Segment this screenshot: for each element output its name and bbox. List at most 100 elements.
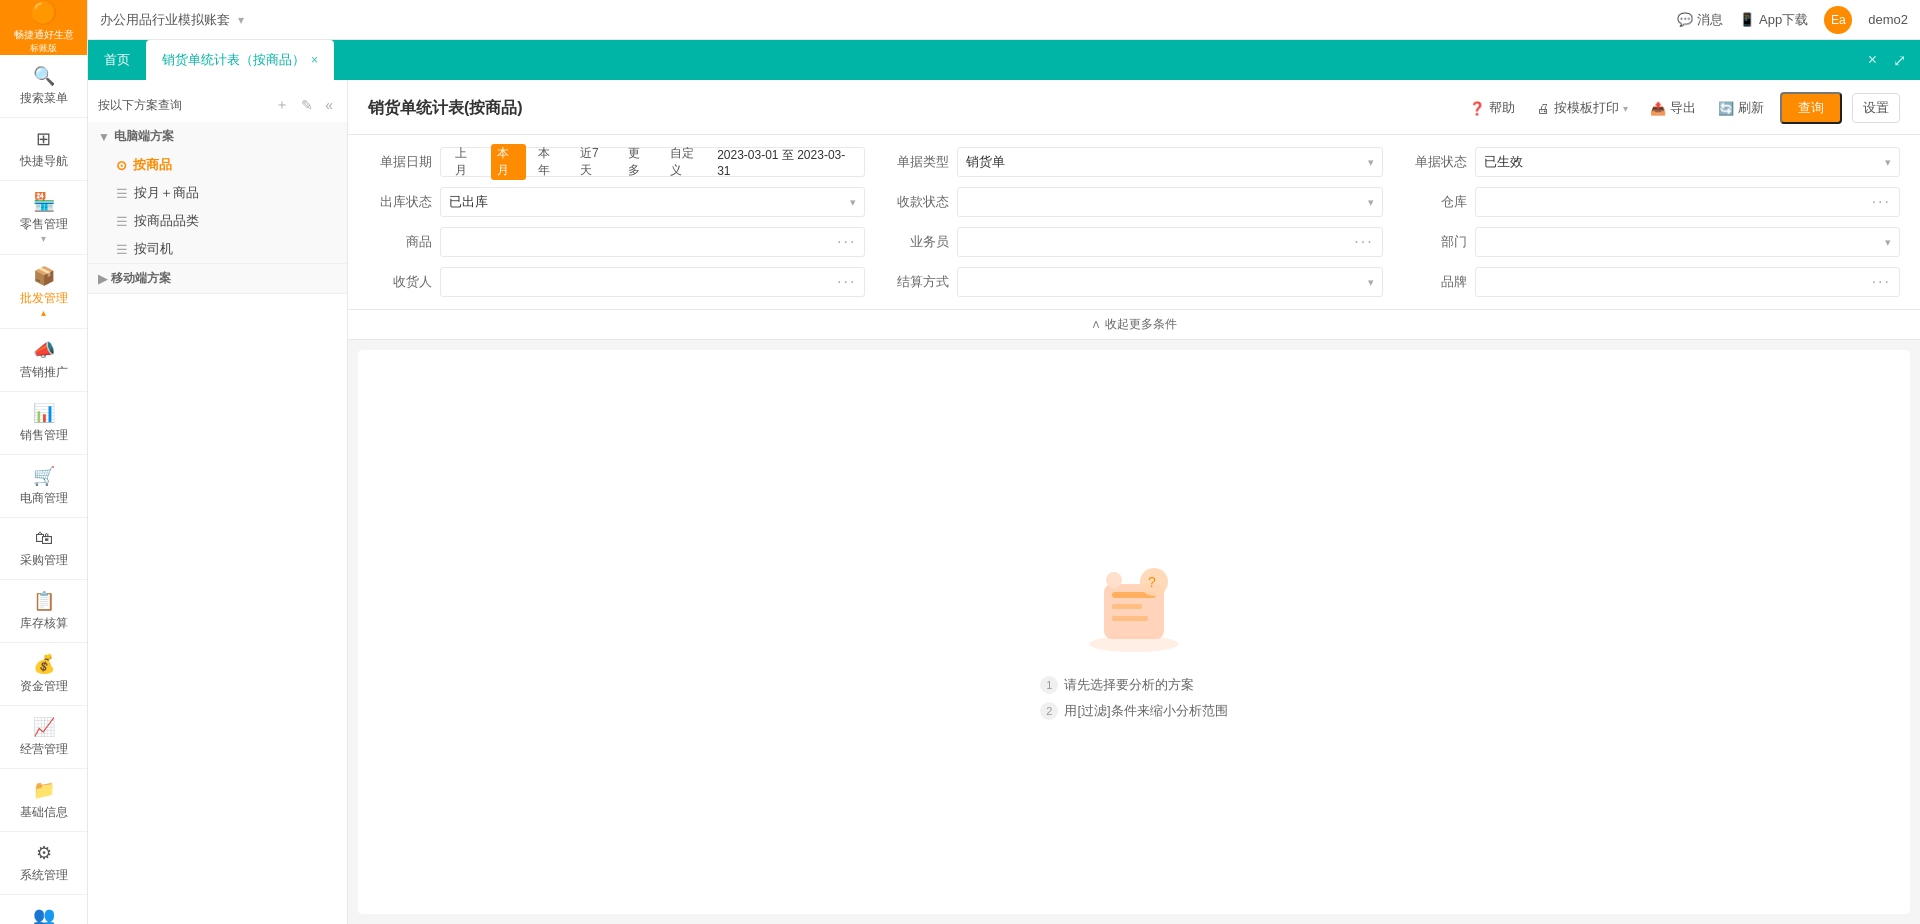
goods-label: 商品 [368,233,440,251]
export-button[interactable]: 📤 导出 [1644,96,1702,120]
ops-icon: 📈 [33,716,55,738]
scheme-item-category[interactable]: ☰ 按商品品类 [88,207,347,235]
edit-scheme-button[interactable]: ✎ [297,95,317,115]
query-button[interactable]: 查询 [1780,92,1842,124]
date-label: 单据日期 [368,153,440,171]
page-title: 销货单统计表(按商品) [368,98,1463,119]
filter-row-1: 单据日期 上月 本月 本年 近7天 更多 自定义 2023-03-01 至 20… [368,147,1900,177]
logo-text: 畅捷通好生意 [14,28,74,42]
sidebar-label-finance: 资金管理 [20,678,68,695]
payment-method-control[interactable]: ▾ [957,267,1382,297]
sidebar-item-basic[interactable]: 📁 基础信息 [0,769,88,832]
sidebar-item-quick[interactable]: ⊞ 快捷导航 [0,118,88,181]
sidebar-label-ops: 经营管理 [20,741,68,758]
scheme-item-goods[interactable]: ⊙ 按商品 [88,151,347,179]
date-custom-button[interactable]: 自定义 [664,144,711,180]
salesperson-dots-icon: ··· [1354,233,1373,251]
department-dropdown-icon: ▾ [1885,236,1891,249]
help-button[interactable]: ❓ 帮助 [1463,96,1521,120]
receiver-control[interactable]: ··· [440,267,865,297]
list-icon-3: ☰ [116,242,128,257]
tip-num-2: 2 [1040,702,1058,720]
app-download-button[interactable]: 📱 App下载 [1739,11,1808,29]
mobile-section-title[interactable]: ▶ 移动端方案 [88,264,347,293]
sidebar-item-wholesale[interactable]: 📦 批发管理 ▴ [0,255,88,329]
tab-home[interactable]: 首页 [88,40,146,80]
date-filter[interactable]: 上月 本月 本年 近7天 更多 自定义 2023-03-01 至 2023-03… [440,147,865,177]
warehouse-control[interactable]: ··· [1475,187,1900,217]
date-this-month-button[interactable]: 本月 [491,144,527,180]
sidebar-item-retail[interactable]: 🏪 零售管理 ▾ [0,181,88,255]
collapse-bar[interactable]: ∧ 收起更多条件 [348,310,1920,340]
sidebar-item-ecom[interactable]: 🛒 电商管理 [0,455,88,518]
tab-current-label: 销货单统计表（按商品） [162,51,305,69]
industry-label: 办公用品行业模拟账套 [100,11,230,29]
sidebar-item-enterprise[interactable]: 👥 企业协同 [0,895,88,924]
print-label: 按模板打印 [1554,99,1619,117]
date-more-button[interactable]: 更多 [622,144,658,180]
scheme-item-driver[interactable]: ☰ 按司机 [88,235,347,263]
print-button[interactable]: 🖨 按模板打印 ▾ [1531,96,1634,120]
add-scheme-button[interactable]: ＋ [271,94,293,116]
date-this-year-button[interactable]: 本年 [532,144,568,180]
svg-rect-4 [1112,616,1148,621]
logo-icon: 🟠 [30,0,57,26]
empty-tip-2: 2 用[过滤]条件来缩小分析范围 [1040,702,1227,720]
receive-status-control[interactable]: ▾ [957,187,1382,217]
collapse-panel-button[interactable]: « [321,95,337,115]
section-arrow-icon: ▼ [98,130,110,144]
top-header: 办公用品行业模拟账套 ▾ 💬 消息 📱 App下载 Ea demo2 [88,0,1920,40]
tip-text-2: 用[过滤]条件来缩小分析范围 [1064,702,1227,720]
receive-status-dropdown-icon: ▾ [1368,196,1374,209]
user-name: demo2 [1868,12,1908,27]
date-7days-button[interactable]: 近7天 [574,144,616,180]
goods-control[interactable]: ··· [440,227,865,257]
date-last-month-button[interactable]: 上月 [449,144,485,180]
dropdown-icon[interactable]: ▾ [238,13,244,27]
sidebar-item-marketing[interactable]: 📣 营销推广 [0,329,88,392]
sidebar-item-finance[interactable]: 💰 资金管理 [0,643,88,706]
sidebar-label-retail: 零售管理 [20,216,68,233]
svg-rect-3 [1112,604,1142,609]
salesperson-control[interactable]: ··· [957,227,1382,257]
settings-button[interactable]: 设置 [1852,93,1900,123]
sidebar-item-sales[interactable]: 📊 销售管理 [0,392,88,455]
doc-type-control[interactable]: 销货单 ▾ [957,147,1382,177]
sidebar-label-system: 系统管理 [20,867,68,884]
tab-current[interactable]: 销货单统计表（按商品） × [146,40,334,80]
sidebar-logo[interactable]: 🟠 畅捷通好生意 标账版 [0,0,88,55]
filter-row-2: 出库状态 已出库 ▾ 收款状态 ▾ 仓库 ··· [368,187,1900,217]
receive-status-label: 收款状态 [885,193,957,211]
out-status-control[interactable]: 已出库 ▾ [440,187,865,217]
refresh-button[interactable]: 🔄 刷新 [1712,96,1770,120]
doc-status-dropdown-icon: ▾ [1885,156,1891,169]
sidebar-item-system[interactable]: ⚙ 系统管理 [0,832,88,895]
warehouse-label: 仓库 [1403,193,1475,211]
brand-control[interactable]: ··· [1475,267,1900,297]
scheme-item-month-goods[interactable]: ☰ 按月＋商品 [88,179,347,207]
department-label: 部门 [1403,233,1475,251]
ecom-icon: 🛒 [33,465,55,487]
doc-status-control[interactable]: 已生效 ▾ [1475,147,1900,177]
tab-close-button[interactable]: × [1862,47,1883,73]
desktop-section-title[interactable]: ▼ 电脑端方案 [88,122,347,151]
search-icon: 🔍 [33,65,55,87]
message-button[interactable]: 💬 消息 [1677,11,1723,29]
sidebar-item-search[interactable]: 🔍 搜索菜单 [0,55,88,118]
sidebar-label-inventory: 库存核算 [20,615,68,632]
sidebar-item-inventory[interactable]: 📋 库存核算 [0,580,88,643]
out-status-value: 已出库 [449,193,850,211]
help-icon: ❓ [1469,101,1485,116]
date-range-text: 2023-03-01 至 2023-03-31 [717,147,856,178]
sidebar-item-ops[interactable]: 📈 经营管理 [0,706,88,769]
basic-icon: 📁 [33,779,55,801]
avatar[interactable]: Ea [1824,6,1852,34]
sidebar-label-basic: 基础信息 [20,804,68,821]
sidebar-item-purchase[interactable]: 🛍 采购管理 [0,518,88,580]
salesperson-label: 业务员 [885,233,957,251]
department-control[interactable]: ▾ [1475,227,1900,257]
tab-close-icon[interactable]: × [311,53,318,67]
print-dropdown-icon: ▾ [1623,103,1628,114]
sidebar-label-purchase: 采购管理 [20,552,68,569]
tab-maximize-button[interactable]: ⤢ [1887,47,1912,74]
